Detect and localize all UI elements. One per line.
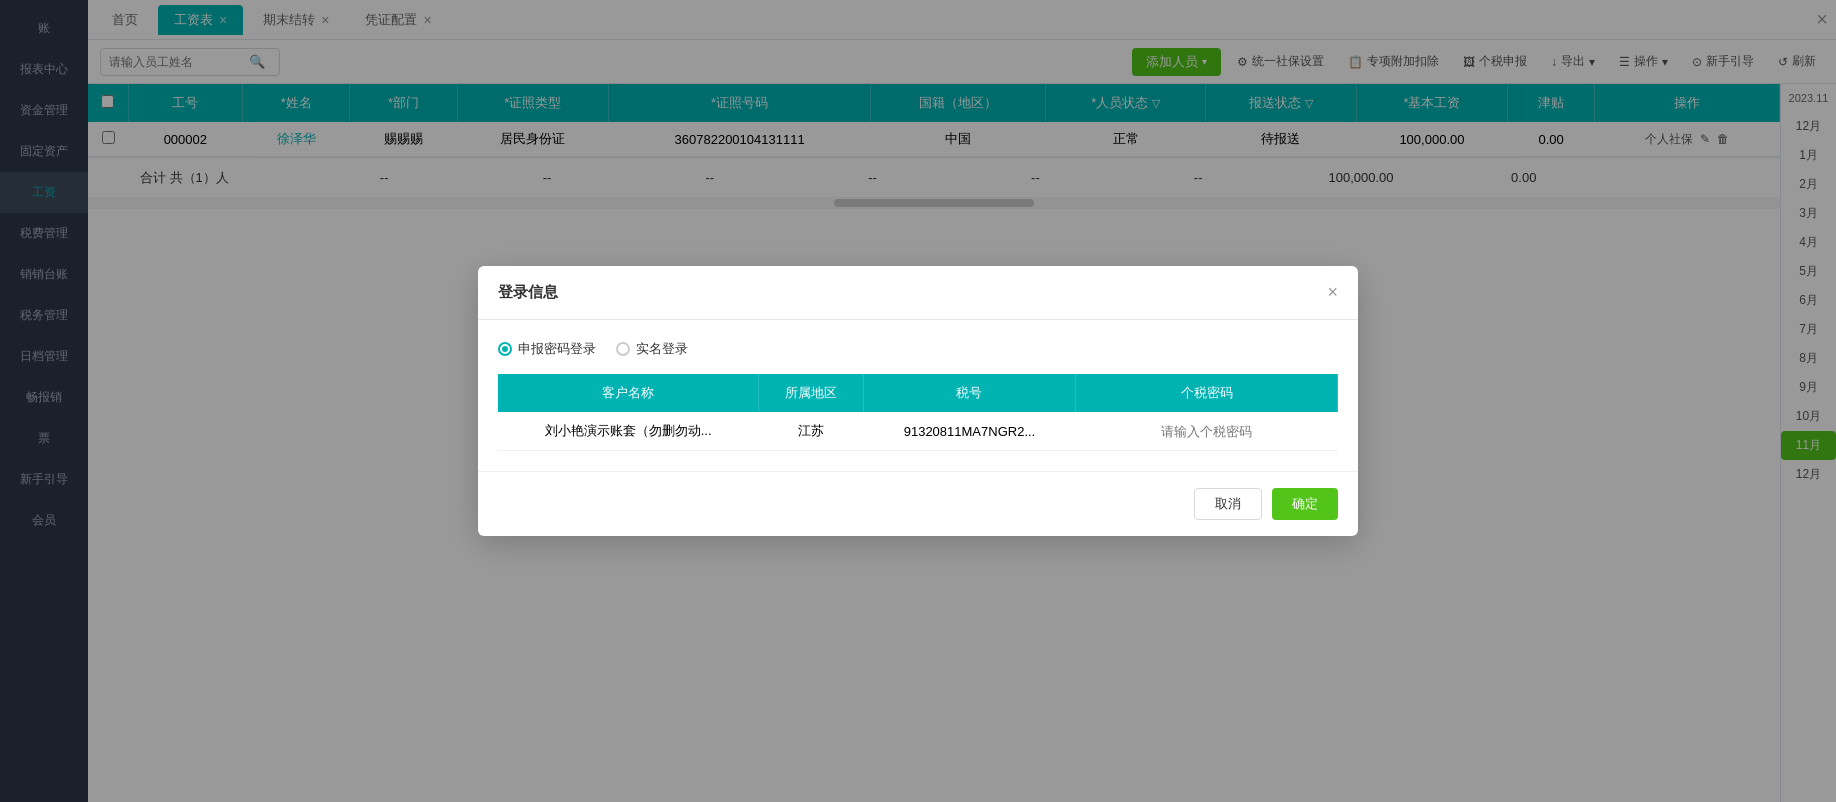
radio-password-dot <box>498 342 512 356</box>
dialog-title: 登录信息 <box>498 283 558 302</box>
col-tax-password: 个税密码 <box>1076 374 1338 412</box>
tax-password-cell[interactable] <box>1076 412 1338 451</box>
login-dialog: 登录信息 × 申报密码登录 实名登录 客户名称 所属地区 <box>478 266 1358 536</box>
cancel-button[interactable]: 取消 <box>1194 488 1262 520</box>
dialog-header: 登录信息 × <box>478 266 1358 320</box>
dialog-close-btn[interactable]: × <box>1327 282 1338 303</box>
region-cell: 江苏 <box>758 412 863 451</box>
radio-password-label: 申报密码登录 <box>518 340 596 358</box>
login-table-row: 刘小艳演示账套（勿删勿动... 江苏 91320811MA7NGR2... <box>498 412 1338 451</box>
tax-password-input[interactable] <box>1088 424 1326 439</box>
dialog-body: 申报密码登录 实名登录 客户名称 所属地区 税号 个税密码 <box>478 320 1358 471</box>
col-region: 所属地区 <box>758 374 863 412</box>
radio-realname-label: 实名登录 <box>636 340 688 358</box>
login-table: 客户名称 所属地区 税号 个税密码 刘小艳演示账套（勿删勿动... 江苏 913… <box>498 374 1338 451</box>
col-client-name: 客户名称 <box>498 374 758 412</box>
radio-realname-dot <box>616 342 630 356</box>
confirm-button[interactable]: 确定 <box>1272 488 1338 520</box>
dialog-overlay: 登录信息 × 申报密码登录 实名登录 客户名称 所属地区 <box>0 0 1836 802</box>
radio-password-login[interactable]: 申报密码登录 <box>498 340 596 358</box>
col-tax-no: 税号 <box>863 374 1075 412</box>
client-name-cell: 刘小艳演示账套（勿删勿动... <box>498 412 758 451</box>
tax-no-cell: 91320811MA7NGR2... <box>863 412 1075 451</box>
radio-group: 申报密码登录 实名登录 <box>498 340 1338 358</box>
dialog-footer: 取消 确定 <box>478 471 1358 536</box>
radio-realname-login[interactable]: 实名登录 <box>616 340 688 358</box>
